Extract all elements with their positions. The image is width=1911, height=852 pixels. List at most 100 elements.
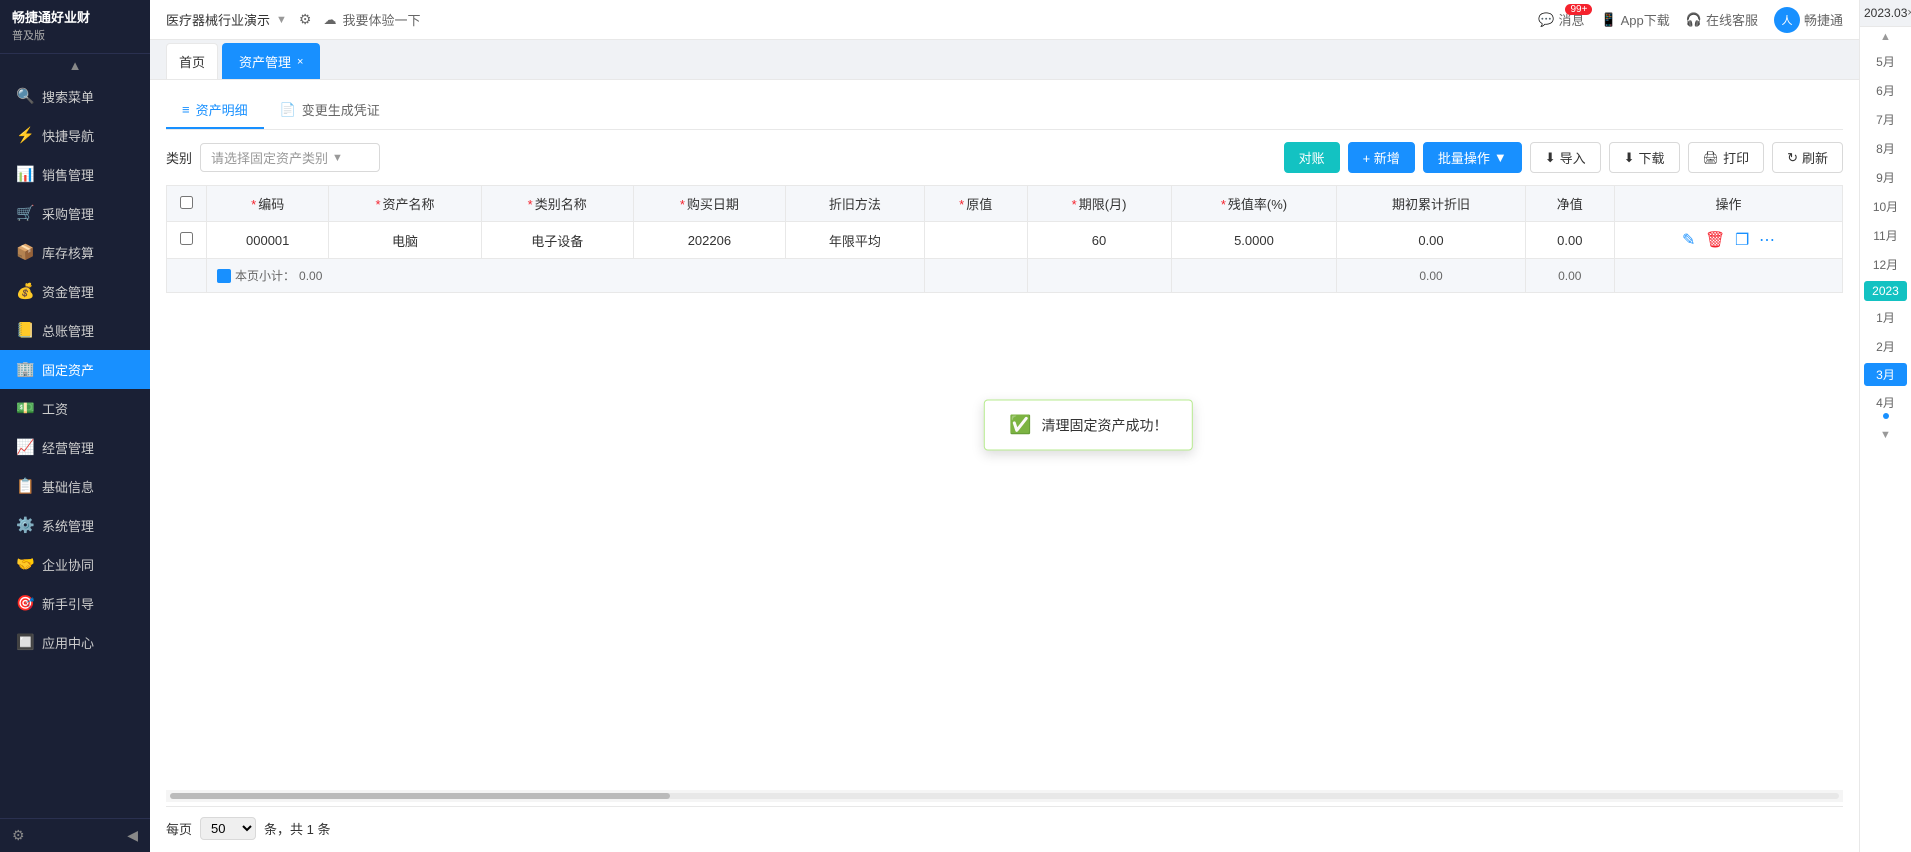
app-download-label: App下载 bbox=[1621, 10, 1670, 29]
header-net-value: 净值 bbox=[1525, 186, 1614, 222]
date-item-jul[interactable]: 7月 bbox=[1860, 105, 1911, 134]
online-service-button[interactable]: 🎧 在线客服 bbox=[1686, 10, 1758, 29]
copy-button[interactable]: ❐ bbox=[1735, 232, 1749, 249]
message-button[interactable]: 💬 消息 99+ bbox=[1538, 10, 1584, 29]
date-item-year-2023[interactable]: 2023 bbox=[1864, 281, 1907, 301]
row-original-value bbox=[924, 222, 1027, 259]
sidebar-item-purchase[interactable]: 🛒 采购管理 bbox=[0, 194, 150, 233]
tab-label: 资产管理 bbox=[239, 52, 291, 71]
settings-gear-icon[interactable]: ⚙ bbox=[299, 11, 312, 28]
date-item-dec[interactable]: 12月 bbox=[1860, 250, 1911, 279]
scroll-bar-area bbox=[166, 790, 1843, 802]
user-account[interactable]: 人 畅捷通 bbox=[1774, 7, 1843, 33]
date-item-mar[interactable]: 3月 bbox=[1864, 363, 1907, 386]
row-checkbox[interactable] bbox=[180, 232, 193, 245]
category-filter[interactable]: 请选择固定资产类别 ▼ bbox=[200, 143, 380, 172]
date-item-apr[interactable]: 4月 bbox=[1860, 388, 1911, 425]
add-button[interactable]: + 新增 bbox=[1348, 142, 1415, 173]
date-panel: 2023.03 × ⤢ ▲ 5月 6月 7月 8月 9月 10月 11月 12月… bbox=[1859, 0, 1911, 852]
sidebar-item-ledger[interactable]: 📒 总账管理 bbox=[0, 311, 150, 350]
tab-home[interactable]: 首页 bbox=[166, 43, 218, 79]
date-item-nov[interactable]: 11月 bbox=[1860, 221, 1911, 250]
sidebar-item-payroll[interactable]: 💵 工资 bbox=[0, 389, 150, 428]
main-area: 医疗器械行业演示 ▼ ⚙ ☁ 我要体验一下 💬 消息 99+ 📱 App下载 🎧… bbox=[150, 0, 1859, 852]
date-item-jun[interactable]: 6月 bbox=[1860, 76, 1911, 105]
date-item-feb[interactable]: 2月 bbox=[1860, 332, 1911, 361]
operations-icon: 📈 bbox=[16, 438, 34, 456]
more-button[interactable]: ⋯ bbox=[1759, 232, 1775, 249]
sidebar-item-guide[interactable]: 🎯 新手引导 bbox=[0, 584, 150, 623]
print-label: 打印 bbox=[1723, 148, 1749, 167]
print-button[interactable]: 🖨 打印 bbox=[1688, 142, 1765, 173]
sidebar-item-inventory[interactable]: 📦 库存核算 bbox=[0, 233, 150, 272]
per-page-select[interactable]: 50 10 20 100 bbox=[200, 817, 256, 840]
refresh-button[interactable]: ↻ 刷新 bbox=[1772, 142, 1843, 173]
sub-tab-label: 资产明细 bbox=[196, 100, 248, 119]
avatar-initials: 人 bbox=[1781, 12, 1792, 28]
message-icon: 💬 bbox=[1538, 12, 1554, 28]
sidebar-item-system[interactable]: ⚙️ 系统管理 bbox=[0, 506, 150, 545]
row-code: 000001 bbox=[207, 222, 329, 259]
collapse-icon[interactable]: ◀ bbox=[127, 827, 138, 844]
logo-text: 畅捷通好业财 bbox=[12, 10, 138, 27]
sub-tab-voucher-gen[interactable]: 📄 变更生成凭证 bbox=[264, 92, 396, 129]
import-button[interactable]: ⬇ 导入 bbox=[1530, 142, 1601, 173]
date-item-may[interactable]: 5月 bbox=[1860, 47, 1911, 76]
subtotal-checkbox bbox=[167, 259, 207, 293]
download-button[interactable]: ⬇ 下载 bbox=[1609, 142, 1680, 173]
sidebar-item-label: 总账管理 bbox=[42, 321, 94, 340]
sidebar-item-search[interactable]: 🔍 搜索菜单 bbox=[0, 77, 150, 116]
tab-asset-management[interactable]: 资产管理 × bbox=[222, 43, 320, 79]
date-item-aug[interactable]: 8月 bbox=[1860, 134, 1911, 163]
header-category: *类别名称 bbox=[481, 186, 633, 222]
subtotal-icon bbox=[217, 269, 231, 283]
sub-tab-asset-detail[interactable]: ≡ 资产明细 bbox=[166, 92, 264, 129]
header-actions: 操作 bbox=[1614, 186, 1842, 222]
edit-button[interactable]: ✎ bbox=[1682, 232, 1695, 249]
experience-button[interactable]: ☁ 我要体验一下 bbox=[323, 10, 420, 29]
select-all-checkbox[interactable] bbox=[180, 196, 193, 209]
tab-close-icon[interactable]: × bbox=[297, 56, 303, 68]
tab-home-label: 首页 bbox=[179, 55, 205, 70]
sidebar-scroll-up[interactable]: ▲ bbox=[0, 54, 150, 77]
sidebar-item-sales[interactable]: 📊 销售管理 bbox=[0, 155, 150, 194]
company-selector[interactable]: 医疗器械行业演示 ▼ bbox=[166, 10, 287, 29]
header-purchase-date: *购买日期 bbox=[633, 186, 785, 222]
app-download-button[interactable]: 📱 App下载 bbox=[1600, 10, 1669, 29]
date-panel-scroll-down[interactable]: ▼ bbox=[1860, 425, 1911, 445]
date-panel-close-icon[interactable]: × bbox=[1907, 7, 1911, 20]
table-container: *编码 *资产名称 *类别名称 *购买日期 折旧方法 *原值 *期限(月) *残… bbox=[166, 185, 1843, 786]
sidebar-item-assets[interactable]: 🏢 固定资产 bbox=[0, 350, 150, 389]
sidebar-item-apps[interactable]: 🔲 应用中心 bbox=[0, 623, 150, 662]
header-residual-rate: *残值率(%) bbox=[1171, 186, 1337, 222]
toast-message: 清理固定资产成功！ bbox=[1042, 415, 1168, 435]
date-panel-scroll-up[interactable]: ▲ bbox=[1860, 27, 1911, 47]
date-item-oct[interactable]: 10月 bbox=[1860, 192, 1911, 221]
sub-tabs: ≡ 资产明细 📄 变更生成凭证 bbox=[166, 92, 1843, 130]
search-icon: 🔍 bbox=[16, 87, 34, 105]
sidebar-item-enterprise[interactable]: 🤝 企业协同 bbox=[0, 545, 150, 584]
subtotal-net-value: 0.00 bbox=[1525, 259, 1614, 293]
date-item-jan[interactable]: 1月 bbox=[1860, 303, 1911, 332]
sidebar-item-finance[interactable]: 💰 资金管理 bbox=[0, 272, 150, 311]
date-panel-header: 2023.03 × ⤢ bbox=[1860, 0, 1911, 27]
header-checkbox-cell bbox=[167, 186, 207, 222]
date-item-sep[interactable]: 9月 bbox=[1860, 163, 1911, 192]
settings-icon[interactable]: ⚙ bbox=[12, 827, 25, 844]
header-original-value: *原值 bbox=[924, 186, 1027, 222]
sidebar-item-operations[interactable]: 📈 经营管理 bbox=[0, 428, 150, 467]
scroll-track[interactable] bbox=[170, 793, 1839, 799]
sidebar-item-label: 固定资产 bbox=[42, 360, 94, 379]
balance-button[interactable]: 对账 bbox=[1284, 142, 1340, 173]
batch-button[interactable]: 批量操作 ▼ bbox=[1423, 142, 1522, 173]
delete-button[interactable]: 🗑 bbox=[1705, 232, 1725, 249]
topbar-right: 💬 消息 99+ 📱 App下载 🎧 在线客服 人 畅捷通 bbox=[1538, 7, 1843, 33]
basicinfo-icon: 📋 bbox=[16, 477, 34, 495]
message-badge: 99+ bbox=[1565, 4, 1592, 15]
scroll-thumb[interactable] bbox=[170, 793, 670, 799]
enterprise-icon: 🤝 bbox=[16, 555, 34, 573]
sidebar-item-quicknav[interactable]: ⚡ 快捷导航 bbox=[0, 116, 150, 155]
sidebar-item-basicinfo[interactable]: 📋 基础信息 bbox=[0, 467, 150, 506]
subtotal-empty3 bbox=[1171, 259, 1337, 293]
filter-label: 类别 bbox=[166, 148, 192, 167]
